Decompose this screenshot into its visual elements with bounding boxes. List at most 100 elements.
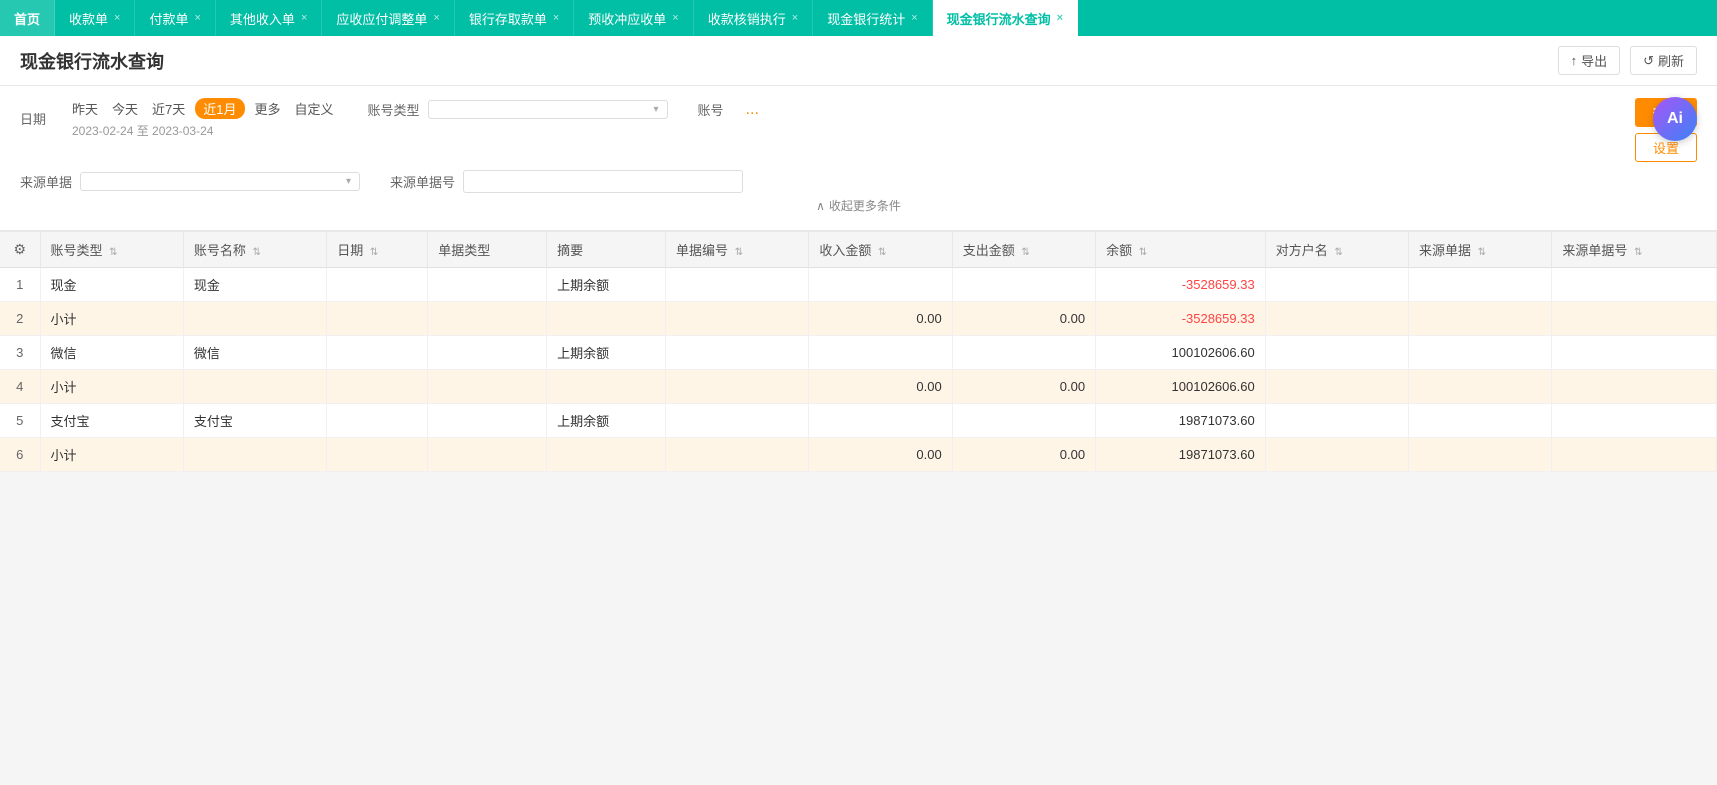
shortcut-yesterday[interactable]: 昨天: [68, 98, 102, 119]
cell-date: [327, 404, 428, 438]
cell-source-doc-no: [1552, 370, 1717, 404]
nav-close-cashstat[interactable]: ×: [911, 12, 917, 24]
cell-counterpart: [1265, 268, 1408, 302]
cell-summary: 上期余额: [547, 404, 666, 438]
source-doc-arrow-icon: ▾: [346, 176, 351, 187]
nav-item-payment[interactable]: 付款单 ×: [135, 0, 215, 36]
sort-source-doc-icon: ⇅: [1478, 247, 1486, 258]
cell-account-name: [183, 438, 326, 472]
refresh-button[interactable]: ↺ 刷新: [1630, 46, 1697, 75]
cell-balance: 19871073.60: [1096, 404, 1266, 438]
refresh-label: 刷新: [1658, 51, 1684, 70]
filter-area: 日期 昨天 今天 近7天 近1月 更多 自定义 2023-02-24 至 202…: [0, 86, 1717, 231]
sort-counterpart-icon: ⇅: [1334, 247, 1342, 258]
cell-no: 6: [0, 438, 40, 472]
export-label: 导出: [1581, 51, 1607, 70]
cell-doc-no: [666, 336, 809, 370]
cell-summary: 上期余额: [547, 268, 666, 302]
table-row: 6 小计 0.00 0.00 19871073.60: [0, 438, 1717, 472]
export-button[interactable]: ↑ 导出: [1558, 46, 1621, 75]
nav-close-writeoff[interactable]: ×: [792, 12, 798, 24]
nav-close-receipt[interactable]: ×: [114, 12, 120, 24]
cell-account-type: 小计: [40, 438, 183, 472]
nav-close-other-income[interactable]: ×: [301, 12, 307, 24]
col-balance[interactable]: 余额 ⇅: [1096, 232, 1266, 268]
gear-icon[interactable]: ⚙: [13, 241, 26, 257]
cell-date: [327, 268, 428, 302]
shortcut-more[interactable]: 更多: [251, 98, 285, 119]
col-date[interactable]: 日期 ⇅: [327, 232, 428, 268]
shortcut-custom[interactable]: 自定义: [291, 98, 338, 119]
cell-income: [809, 336, 952, 370]
account-dots[interactable]: ...: [746, 101, 759, 119]
nav-close-payment[interactable]: ×: [194, 12, 200, 24]
col-doc-no[interactable]: 单据编号 ⇅: [666, 232, 809, 268]
cell-date: [327, 302, 428, 336]
nav-item-home[interactable]: 首页: [0, 0, 55, 36]
nav-item-receipt[interactable]: 收款单 ×: [55, 0, 135, 36]
cell-source-doc-no: [1552, 336, 1717, 370]
cell-account-type: 现金: [40, 268, 183, 302]
nav-item-ar-ap-adjust[interactable]: 应收应付调整单 ×: [322, 0, 454, 36]
source-doc-select[interactable]: ▾: [80, 172, 360, 191]
cell-account-name: 支付宝: [183, 404, 326, 438]
cell-doc-no: [666, 438, 809, 472]
source-doc-filter: 来源单据 ▾: [20, 172, 360, 191]
cell-counterpart: [1265, 370, 1408, 404]
nav-close-ar-ap[interactable]: ×: [433, 12, 439, 24]
shortcut-1month[interactable]: 近1月: [195, 98, 244, 119]
nav-close-bank[interactable]: ×: [553, 12, 559, 24]
page-title: 现金银行流水查询: [20, 48, 164, 74]
collapse-bar[interactable]: ∧ 收起更多条件: [20, 193, 1697, 218]
cell-summary: [547, 302, 666, 336]
nav-item-pre-receive[interactable]: 预收冲应收单 ×: [574, 0, 693, 36]
col-account-name[interactable]: 账号名称 ⇅: [183, 232, 326, 268]
cell-doc-no: [666, 404, 809, 438]
col-counterpart[interactable]: 对方户名 ⇅: [1265, 232, 1408, 268]
cell-balance: -3528659.33: [1096, 302, 1266, 336]
col-account-type[interactable]: 账号类型 ⇅: [40, 232, 183, 268]
cell-doc-no: [666, 370, 809, 404]
cell-balance: -3528659.33: [1096, 268, 1266, 302]
col-income[interactable]: 收入金额 ⇅: [809, 232, 952, 268]
cell-expense: [952, 268, 1095, 302]
page-header: 现金银行流水查询 ↑ 导出 ↺ 刷新: [0, 36, 1717, 86]
nav-item-cash-stat[interactable]: 现金银行统计 ×: [813, 0, 932, 36]
col-source-doc[interactable]: 来源单据 ⇅: [1409, 232, 1552, 268]
source-doc-no-input[interactable]: [463, 170, 743, 193]
cell-expense: [952, 336, 1095, 370]
date-range-display: 2023-02-24 至 2023-03-24: [72, 122, 338, 139]
table-row: 4 小计 0.00 0.00 100102606.60: [0, 370, 1717, 404]
cell-doc-type: [428, 302, 547, 336]
cell-counterpart: [1265, 438, 1408, 472]
shortcut-7days[interactable]: 近7天: [148, 98, 189, 119]
refresh-icon: ↺: [1643, 53, 1654, 69]
account-type-filter: 账号类型 ▾: [368, 100, 668, 119]
nav-close-prereceive[interactable]: ×: [672, 12, 678, 24]
data-table: ⚙ 账号类型 ⇅ 账号名称 ⇅ 日期 ⇅ 单据类型 摘要 单据编号 ⇅ 收入金额…: [0, 231, 1717, 472]
nav-item-bank-deposit[interactable]: 银行存取款单 ×: [455, 0, 574, 36]
col-expense[interactable]: 支出金额 ⇅: [952, 232, 1095, 268]
cell-source-doc-no: [1552, 268, 1717, 302]
cell-no: 4: [0, 370, 40, 404]
account-type-select[interactable]: ▾: [428, 100, 668, 119]
nav-item-cash-flow[interactable]: 现金银行流水查询 ×: [933, 0, 1078, 36]
col-gear[interactable]: ⚙: [0, 232, 40, 268]
cell-account-name: [183, 370, 326, 404]
nav-item-other-income[interactable]: 其他收入单 ×: [216, 0, 322, 36]
cell-account-type: 支付宝: [40, 404, 183, 438]
source-doc-label: 来源单据: [20, 172, 72, 191]
table-row: 3 微信 微信 上期余额 100102606.60: [0, 336, 1717, 370]
shortcut-today[interactable]: 今天: [108, 98, 142, 119]
ai-badge[interactable]: Ai: [1653, 97, 1697, 141]
nav-item-write-off[interactable]: 收款核销执行 ×: [694, 0, 813, 36]
col-source-doc-no[interactable]: 来源单据号 ⇅: [1552, 232, 1717, 268]
cell-doc-type: [428, 268, 547, 302]
cell-no: 2: [0, 302, 40, 336]
sort-date-icon: ⇅: [370, 247, 378, 258]
nav-close-cashflow[interactable]: ×: [1057, 12, 1063, 24]
cell-income: 0.00: [809, 370, 952, 404]
table-header-row: ⚙ 账号类型 ⇅ 账号名称 ⇅ 日期 ⇅ 单据类型 摘要 单据编号 ⇅ 收入金额…: [0, 232, 1717, 268]
cell-income: 0.00: [809, 302, 952, 336]
date-label: 日期: [20, 109, 60, 128]
